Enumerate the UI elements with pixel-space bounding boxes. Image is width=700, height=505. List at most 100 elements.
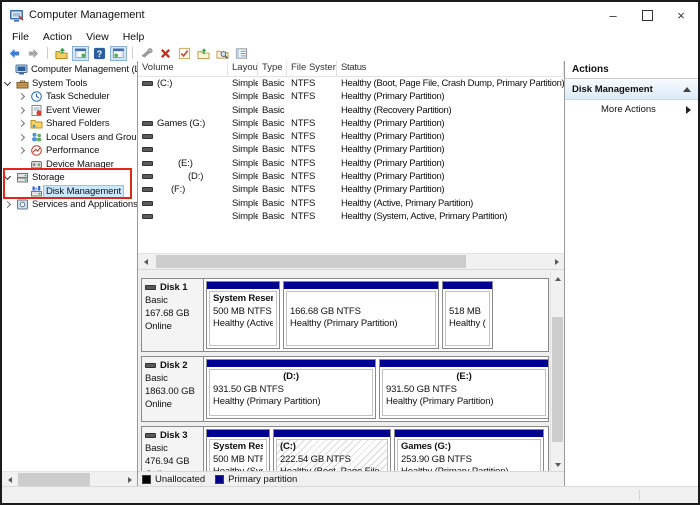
legend-unallocated: Unallocated <box>142 474 205 485</box>
volume-row[interactable]: Simple Basic NTFS Healthy (Active, Prima… <box>138 197 564 210</box>
disk2-info[interactable]: Disk 2 Basic 1863.00 GB Online <box>142 357 204 421</box>
volume-row[interactable]: Simple Basic NTFS Healthy (Primary Parti… <box>138 143 564 156</box>
primary-partition-band <box>380 360 548 367</box>
partition-disk1-recovery[interactable]: 518 MB Healthy (Recove <box>442 281 493 349</box>
volume-icon <box>142 161 153 166</box>
find-icon[interactable] <box>214 46 231 61</box>
scroll-left-icon[interactable] <box>138 254 153 269</box>
scroll-down-icon[interactable] <box>551 458 564 472</box>
disk3-info[interactable]: Disk 3 Basic 476.94 GB Online <box>142 427 204 472</box>
forward-icon[interactable] <box>25 46 42 61</box>
collapse-icon[interactable] <box>683 87 691 92</box>
chevron-down-icon[interactable] <box>4 79 11 86</box>
chevron-right-icon[interactable] <box>18 134 25 141</box>
scroll-right-icon[interactable] <box>549 254 564 269</box>
window-title: Computer Management <box>29 9 145 21</box>
tree-item-disk-management[interactable]: Disk Management <box>2 185 137 199</box>
tree-item-storage[interactable]: Storage <box>2 171 137 185</box>
volume-row[interactable]: Simple Basic NTFS Healthy (System, Activ… <box>138 210 564 223</box>
partition-disk3-system-reserved[interactable]: System Rese 500 MB NTFS Healthy (Syst <box>206 429 270 472</box>
tree-item-services-and-applications[interactable]: Services and Applications <box>2 198 137 212</box>
delete-icon[interactable] <box>157 46 174 61</box>
column-header-volume[interactable]: Volume <box>138 61 228 76</box>
chevron-right-icon[interactable] <box>18 147 25 154</box>
menu-file[interactable]: File <box>5 30 36 44</box>
scroll-right-icon[interactable] <box>122 472 137 487</box>
selected-tree-label: Disk Management <box>44 186 123 197</box>
tree-item-system-tools[interactable]: System Tools <box>2 77 137 91</box>
tool-icon[interactable] <box>138 46 155 61</box>
volume-row[interactable]: Simple Basic NTFS Healthy (Primary Parti… <box>138 130 564 143</box>
disk-view-vertical-scrollbar[interactable] <box>550 272 564 472</box>
check-icon[interactable] <box>176 46 193 61</box>
tree-item-shared-folders[interactable]: Shared Folders <box>2 117 137 131</box>
show-action-pane-icon[interactable] <box>110 46 127 61</box>
partition-disk1-system-reserved[interactable]: System Reserv 500 MB NTFS Healthy (Activ… <box>206 281 280 349</box>
tree-item-local-users-and-groups[interactable]: Local Users and Groups <box>2 131 137 145</box>
volume-row[interactable]: Simple Basic Healthy (Recovery Partition… <box>138 104 564 117</box>
app-icon <box>9 8 24 23</box>
column-header-file-system[interactable]: File System <box>287 61 337 76</box>
tree-item-task-scheduler[interactable]: Task Scheduler <box>2 90 137 104</box>
volume-list-horizontal-scrollbar[interactable] <box>138 253 564 269</box>
primary-partition-swatch <box>215 475 224 484</box>
maximize-button[interactable] <box>630 2 664 28</box>
menu-help[interactable]: Help <box>116 30 152 44</box>
scroll-up-icon[interactable] <box>551 272 564 286</box>
volume-row[interactable]: (C:) Simple Basic NTFS Healthy (Boot, Pa… <box>138 77 564 90</box>
computer-icon <box>15 63 28 76</box>
chevron-right-icon[interactable] <box>18 107 25 114</box>
tree-horizontal-scrollbar[interactable] <box>2 471 137 487</box>
scroll-left-icon[interactable] <box>2 472 17 487</box>
volume-icon <box>142 201 153 206</box>
disk-graphical-view: Disk 1 Basic 167.68 GB Online System Res… <box>138 272 564 472</box>
partition-disk3-c-selected[interactable]: (C:) 222.54 GB NTFS Healthy (Boot, Page … <box>273 429 391 472</box>
performance-icon <box>30 144 43 157</box>
volume-icon <box>142 134 153 139</box>
disk1-info[interactable]: Disk 1 Basic 167.68 GB Online <box>142 279 204 351</box>
chevron-right-icon[interactable] <box>18 120 25 127</box>
more-actions-item[interactable]: More Actions <box>565 100 698 119</box>
chevron-right-icon[interactable] <box>4 201 11 208</box>
export-list-icon[interactable] <box>53 46 70 61</box>
users-icon <box>30 131 43 144</box>
import-icon[interactable] <box>195 46 212 61</box>
chevron-right-icon[interactable] <box>18 93 25 100</box>
close-button[interactable]: × <box>664 2 698 28</box>
partition-disk2-e[interactable]: (E:) 931.50 GB NTFS Healthy (Primary Par… <box>379 359 548 419</box>
volume-row[interactable]: Simple Basic NTFS Healthy (Primary Parti… <box>138 90 564 103</box>
menu-view[interactable]: View <box>79 30 116 44</box>
disk-icon <box>145 363 156 368</box>
disk-icon <box>145 285 156 290</box>
minimize-button[interactable]: – <box>596 2 630 28</box>
volume-list-header: Volume Layout Type File System Status <box>138 61 564 77</box>
svg-text:?: ? <box>97 48 102 58</box>
actions-group-disk-management[interactable]: Disk Management <box>565 79 698 100</box>
tree-item-performance[interactable]: Performance <box>2 144 137 158</box>
partition-disk3-games[interactable]: Games (G:) 253.90 GB NTFS Healthy (Prima… <box>394 429 544 472</box>
properties-icon[interactable] <box>233 46 250 61</box>
help-icon[interactable]: ? <box>91 46 108 61</box>
console-tree: Computer Management (Local System Tools … <box>2 63 137 212</box>
actions-pane: Actions Disk Management More Actions <box>565 61 698 487</box>
chevron-down-icon[interactable] <box>4 173 11 180</box>
back-icon[interactable] <box>6 46 23 61</box>
selected-partition-hatch: (C:) 222.54 GB NTFS Healthy (Boot, Page … <box>276 439 388 472</box>
tree-item-event-viewer[interactable]: Event Viewer <box>2 104 137 118</box>
volume-row[interactable]: Games (G:) Simple Basic NTFS Healthy (Pr… <box>138 117 564 130</box>
volume-row[interactable]: (D:) Simple Basic NTFS Healthy (Primary … <box>138 170 564 183</box>
scrollbar-thumb[interactable] <box>18 473 90 486</box>
volume-row[interactable]: (E:) Simple Basic NTFS Healthy (Primary … <box>138 157 564 170</box>
tree-item-device-manager[interactable]: Device Manager <box>2 158 137 172</box>
column-header-layout[interactable]: Layout <box>228 61 258 76</box>
scrollbar-thumb[interactable] <box>552 317 563 442</box>
tree-item-computer-management[interactable]: Computer Management (Local <box>2 63 137 77</box>
partition-disk2-d[interactable]: (D:) 931.50 GB NTFS Healthy (Primary Par… <box>206 359 376 419</box>
column-header-status[interactable]: Status <box>337 61 564 76</box>
show-console-tree-icon[interactable] <box>72 46 89 61</box>
column-header-type[interactable]: Type <box>258 61 287 76</box>
menu-action[interactable]: Action <box>36 30 79 44</box>
volume-row[interactable]: (F:) Simple Basic NTFS Healthy (Primary … <box>138 183 564 196</box>
partition-disk1-main[interactable]: 166.68 GB NTFS Healthy (Primary Partitio… <box>283 281 439 349</box>
scrollbar-thumb[interactable] <box>156 255 466 268</box>
